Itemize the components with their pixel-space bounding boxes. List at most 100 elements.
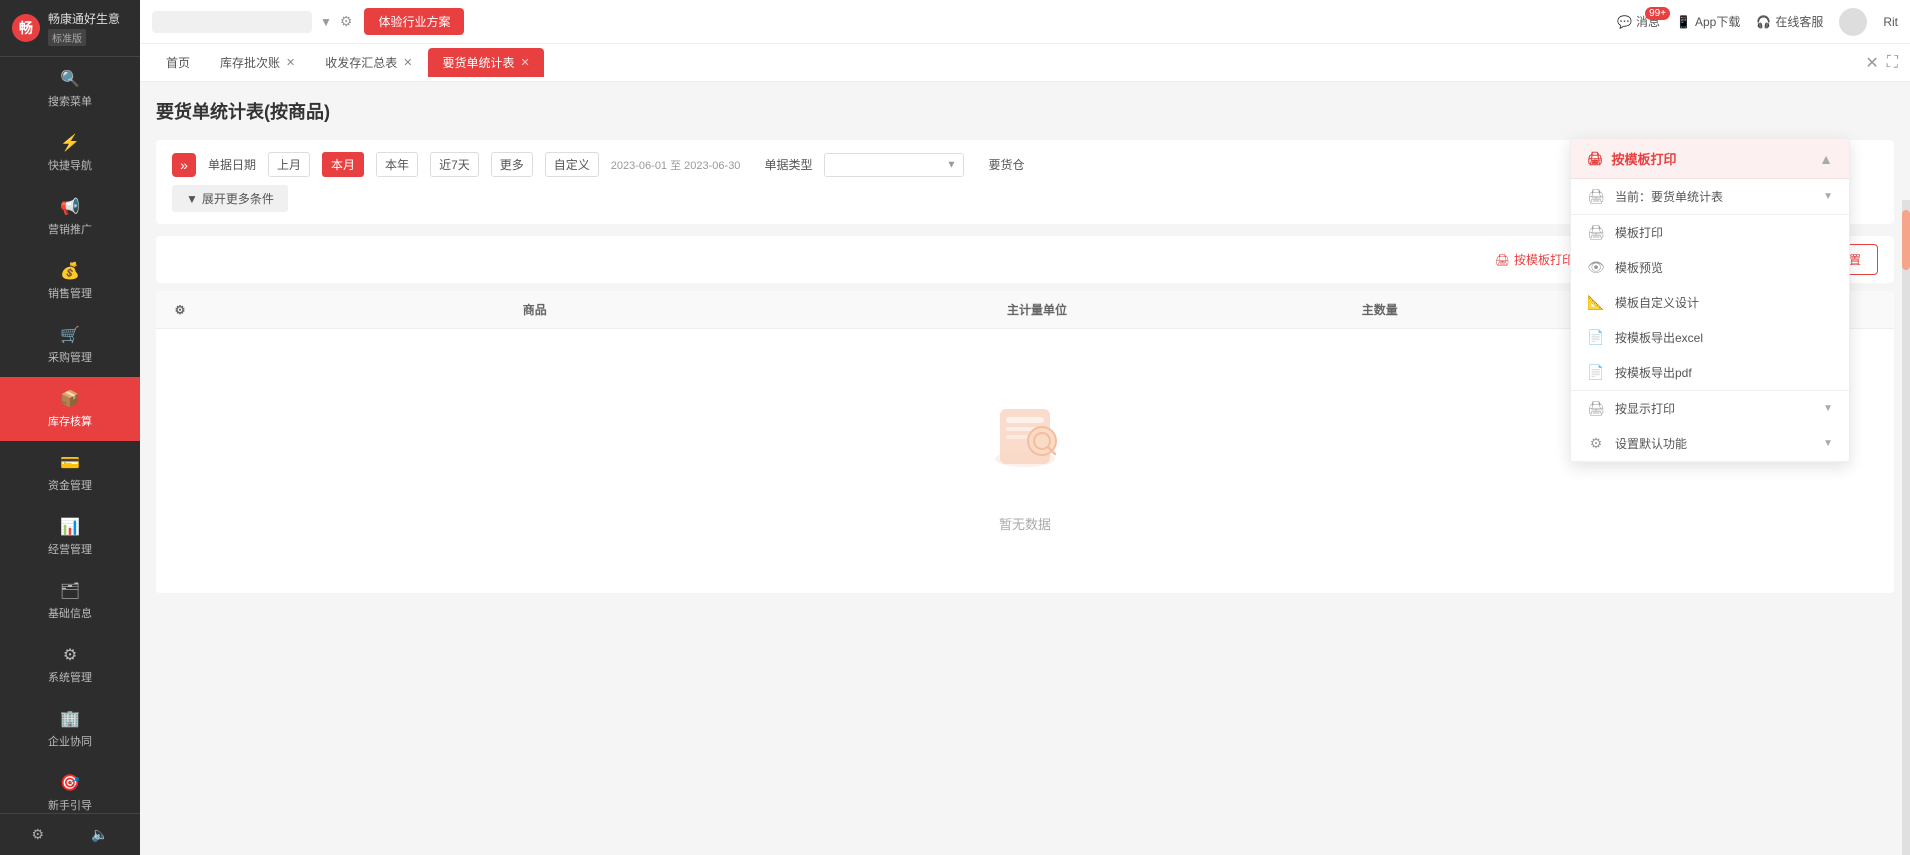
message-badge: 99+ xyxy=(1645,7,1670,20)
print-dropdown-item-export-excel[interactable]: 📄 按模板导出excel xyxy=(1571,320,1849,355)
tab-inventory-batch[interactable]: 库存批次账 ✕ xyxy=(206,48,309,77)
date-btn-last7days[interactable]: 近7天 xyxy=(430,152,479,177)
scrollbar-thumb[interactable] xyxy=(1902,210,1910,270)
date-btn-prev-month[interactable]: 上月 xyxy=(268,152,310,177)
sidebar-item-label: 库存核算 xyxy=(48,413,92,429)
sidebar-item-newguide[interactable]: 🎯 新手引导 xyxy=(0,761,140,813)
tab-receipts-summary-close-icon[interactable]: ✕ xyxy=(403,56,412,69)
current-template-label: 当前：要货单统计表 xyxy=(1615,188,1723,205)
basic-icon: 🗂 xyxy=(60,581,80,601)
tab-receipts-summary-label: 收发存汇总表 xyxy=(325,54,397,71)
print-dropdown-set-default[interactable]: ⚙ 设置默认功能 ▼ xyxy=(1571,426,1849,461)
system-icon: ⚙ xyxy=(63,645,77,665)
logo-text: 畅康通好生意 标准版 xyxy=(48,10,120,46)
user-avatar[interactable] xyxy=(1839,8,1867,36)
sidebar-item-label: 营销推广 xyxy=(48,221,92,237)
online-service-button[interactable]: 🎧 在线客服 xyxy=(1756,13,1823,30)
print-dropdown-display-print[interactable]: 🖨 按显示打印 ▼ xyxy=(1571,391,1849,426)
tab-requisition-stats-close-icon[interactable]: ✕ xyxy=(521,56,530,69)
empty-text: 暂无数据 xyxy=(999,514,1051,533)
sidebar-item-label: 系统管理 xyxy=(48,669,92,685)
date-btn-more[interactable]: 更多 xyxy=(491,152,533,177)
sidebar-item-label: 基础信息 xyxy=(48,605,92,621)
sidebar-item-label: 资金管理 xyxy=(48,477,92,493)
export-excel-label: 按模板导出excel xyxy=(1615,329,1703,346)
th-qty: 主数量 xyxy=(1208,301,1551,318)
sidebar-item-operations[interactable]: 📊 经营管理 xyxy=(0,505,140,569)
template-design-icon: 📐 xyxy=(1587,294,1605,311)
sidebar-item-finance[interactable]: 💳 资金管理 xyxy=(0,441,140,505)
date-btn-current-month[interactable]: 本月 xyxy=(322,152,364,177)
sidebar-item-system[interactable]: ⚙ 系统管理 xyxy=(0,633,140,697)
tabs-expand-icon[interactable]: ⛶ xyxy=(1887,54,1898,72)
message-button[interactable]: 💬 消息 99+ xyxy=(1617,13,1660,30)
topbar: ▼ ⚙ 体验行业方案 💬 消息 99+ 📱 App下载 🎧 在线客服 Rit xyxy=(140,0,1910,44)
sidebar-item-label: 新手引导 xyxy=(48,797,92,813)
topbar-gear-icon[interactable]: ⚙ xyxy=(340,13,353,30)
display-print-left: 🖨 按显示打印 xyxy=(1587,400,1675,417)
sidebar-item-inventory[interactable]: 📦 库存核算 xyxy=(0,377,140,441)
search-chevron-icon[interactable]: ▼ xyxy=(320,15,332,29)
tab-bar: 首页 库存批次账 ✕ 收发存汇总表 ✕ 要货单统计表 ✕ ✕ ⛶ xyxy=(140,44,1910,82)
print-dropdown-item-export-pdf[interactable]: 📄 按模板导出pdf xyxy=(1571,355,1849,390)
username-label[interactable]: Rit xyxy=(1883,15,1898,29)
finance-icon: 💳 xyxy=(60,453,80,473)
tab-home-label: 首页 xyxy=(166,54,190,71)
service-icon: 🎧 xyxy=(1756,15,1771,29)
page-title: 要货单统计表(按商品) xyxy=(156,98,1894,124)
sidebar-item-purchase[interactable]: 🛒 采购管理 xyxy=(0,313,140,377)
speaker-footer-btn[interactable]: 🔈 xyxy=(91,826,108,843)
logo-icon: 畅 xyxy=(12,14,40,42)
print-dropdown-item-template-design[interactable]: 📐 模板自定义设计 xyxy=(1571,285,1849,320)
display-print-icon: 🖨 xyxy=(1587,400,1605,417)
print-dropdown-title: 🖨 按模板打印 xyxy=(1587,149,1677,168)
sidebar-item-label: 经营管理 xyxy=(48,541,92,557)
sidebar-item-enterprise[interactable]: 🏢 企业协同 xyxy=(0,697,140,761)
sidebar-item-label: 采购管理 xyxy=(48,349,92,365)
tab-home[interactable]: 首页 xyxy=(152,48,204,77)
expand-more-label: 展开更多条件 xyxy=(202,190,274,207)
sidebar-item-sales[interactable]: 💰 销售管理 xyxy=(0,249,140,313)
tabs-close-all-icon[interactable]: ✕ xyxy=(1865,53,1878,73)
tabs-right-controls: ✕ ⛶ xyxy=(1865,53,1898,73)
date-filter-label: 单据日期 xyxy=(208,156,256,173)
cargo-filter-label: 要货仓 xyxy=(988,156,1024,173)
print-dropdown-close-icon[interactable]: ▲ xyxy=(1819,151,1833,167)
message-icon: 💬 xyxy=(1617,15,1632,29)
inventory-icon: 📦 xyxy=(60,389,80,409)
print-dropdown-item-template-print[interactable]: 🖨 模板打印 xyxy=(1571,215,1849,250)
tab-inventory-batch-close-icon[interactable]: ✕ xyxy=(286,56,295,69)
settings-footer-btn[interactable]: ⚙ xyxy=(32,826,45,843)
print-dropdown-items-section: 🖨 模板打印 👁 模板预览 📐 模板自定义设计 📄 按模板导出excel 📄 按… xyxy=(1571,215,1849,391)
print-dropdown-groups-section: 🖨 按显示打印 ▼ ⚙ 设置默认功能 ▼ xyxy=(1571,391,1849,462)
sidebar-item-label: 搜索菜单 xyxy=(48,93,92,109)
set-default-label: 设置默认功能 xyxy=(1615,435,1687,452)
tab-requisition-stats[interactable]: 要货单统计表 ✕ xyxy=(428,48,543,77)
sidebar-item-basic[interactable]: 🗂 基础信息 xyxy=(0,569,140,633)
print-dropdown-current-item[interactable]: 🖨 当前：要货单统计表 ▼ xyxy=(1571,179,1849,214)
expand-more-button[interactable]: ▼ 展开更多条件 xyxy=(172,185,288,212)
column-settings-icon[interactable]: ⚙ xyxy=(175,303,186,317)
date-btn-custom[interactable]: 自定义 xyxy=(545,152,599,177)
operations-icon: 📊 xyxy=(60,517,80,537)
print-dropdown-item-template-preview[interactable]: 👁 模板预览 xyxy=(1571,250,1849,285)
export-pdf-label: 按模板导出pdf xyxy=(1615,364,1692,381)
tab-receipts-summary[interactable]: 收发存汇总表 ✕ xyxy=(311,48,426,77)
sidebar-item-marketing[interactable]: 📢 营销推广 xyxy=(0,185,140,249)
sidebar-item-search[interactable]: 🔍 搜索菜单 xyxy=(0,57,140,121)
date-btn-current-year[interactable]: 本年 xyxy=(376,152,418,177)
sidebar-item-quicknav[interactable]: ⚡ 快捷导航 xyxy=(0,121,140,185)
trial-button[interactable]: 体验行业方案 xyxy=(364,8,464,35)
date-range-display: 2023-06-01 至 2023-06-30 xyxy=(611,157,741,173)
type-filter-label: 单据类型 xyxy=(764,156,812,173)
app-download-button[interactable]: 📱 App下载 xyxy=(1676,13,1740,30)
tab-inventory-batch-label: 库存批次账 xyxy=(220,54,280,71)
template-design-label: 模板自定义设计 xyxy=(1615,294,1699,311)
filter-expand-button[interactable]: » xyxy=(172,153,196,177)
display-print-chevron-icon: ▼ xyxy=(1823,403,1833,414)
th-settings: ⚙ xyxy=(156,303,204,317)
right-scrollbar[interactable] xyxy=(1902,200,1910,855)
type-select[interactable] xyxy=(824,153,964,177)
th-product: 商品 xyxy=(204,301,866,318)
topbar-search-input[interactable] xyxy=(152,11,312,33)
